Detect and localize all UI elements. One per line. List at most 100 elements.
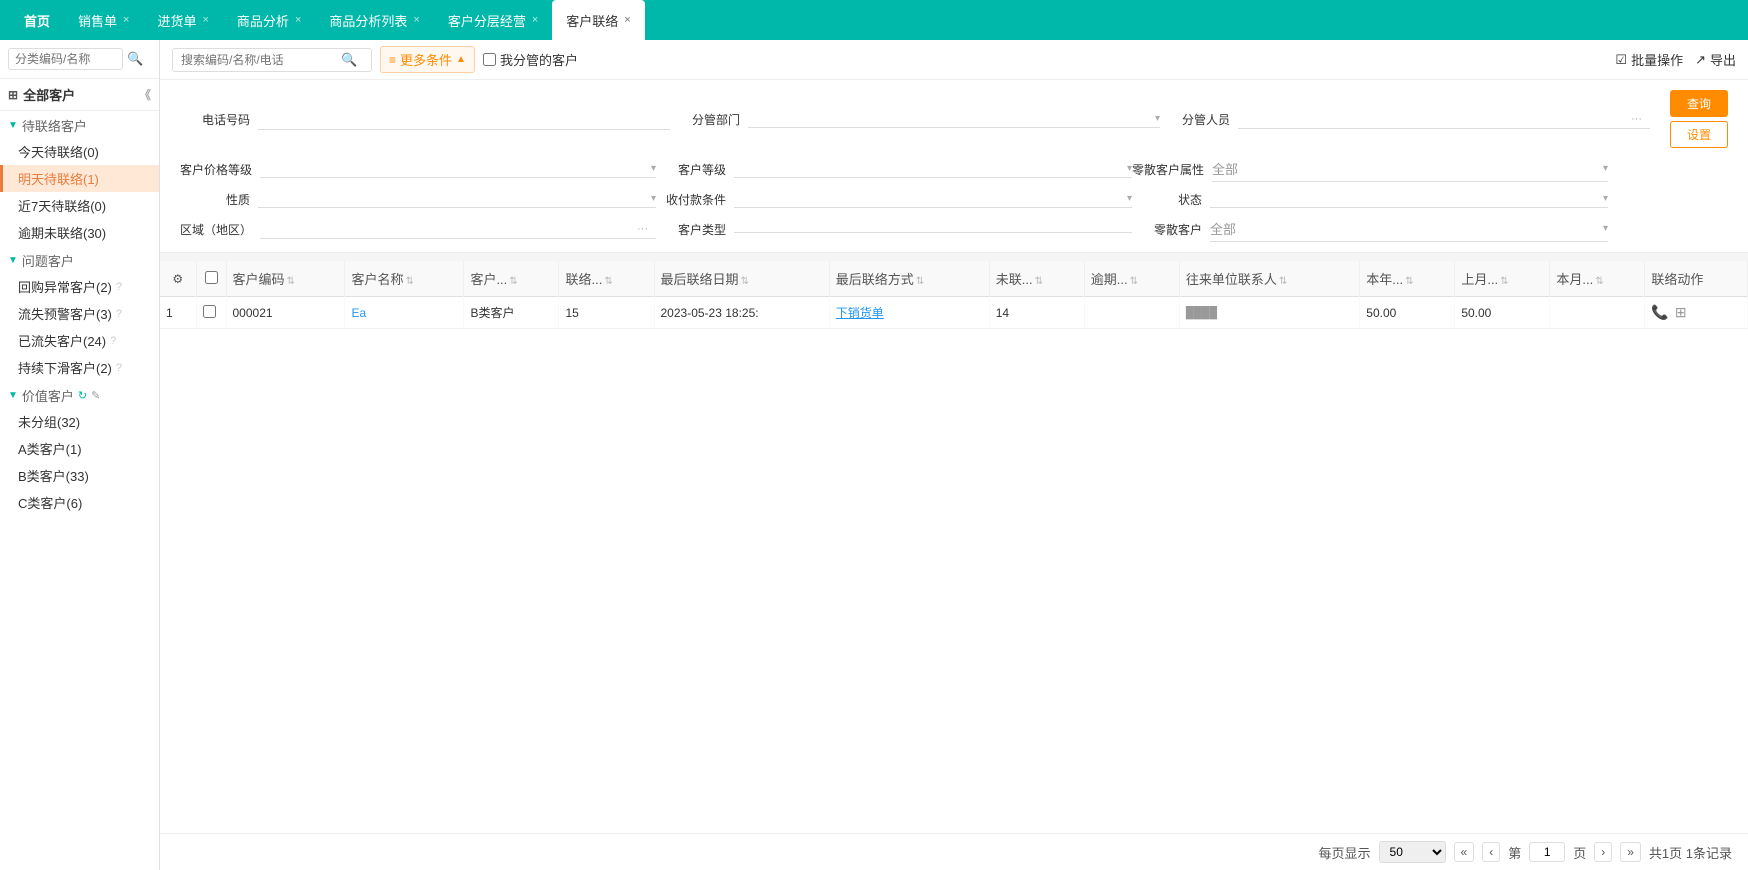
settings-button[interactable]: 设置 [1670, 121, 1728, 148]
col-header-contacts: 联络...⇅ [559, 261, 654, 297]
sidebar-item-ungrouped[interactable]: 未分组(32) [0, 408, 159, 435]
nav-purchase-order[interactable]: 进货单 × [143, 0, 222, 40]
page-size-select[interactable]: 50 20 100 [1379, 841, 1446, 863]
nav-product-analysis-list[interactable]: 商品分析列表 × [315, 0, 433, 40]
action-phone-icon[interactable]: 📞 [1651, 304, 1668, 321]
sort-icon[interactable]: ⇅ [287, 276, 295, 287]
sidebar-item-churn-warning[interactable]: 流失预警客户(3) ? [0, 300, 159, 327]
export-button[interactable]: ↗ 导出 [1695, 50, 1736, 69]
nav-close-icon[interactable]: × [413, 14, 419, 26]
sidebar-search-icon[interactable]: 🔍 [127, 51, 143, 67]
sidebar-all-customers[interactable]: ⊞ 全部客户 《 [0, 79, 159, 111]
filter-phone-input[interactable] [258, 109, 670, 130]
chevron-down-icon: ▾ [1603, 193, 1608, 204]
nav-close-icon[interactable]: × [295, 14, 301, 26]
nav-close-icon[interactable]: × [202, 14, 208, 26]
action-grid-icon[interactable]: ⊞ [1675, 304, 1687, 321]
filter-retail-attr-select[interactable]: 全部 ▾ [1212, 156, 1608, 182]
nav-close-icon[interactable]: × [532, 14, 538, 26]
select-all-checkbox[interactable] [205, 271, 218, 284]
nav-home[interactable]: 首页 [10, 0, 64, 40]
filter-payment-select[interactable]: ▾ [734, 190, 1132, 208]
sidebar-search-input[interactable] [8, 48, 123, 70]
filter-status-select[interactable]: ▾ [1210, 190, 1608, 208]
row-last-method[interactable]: 下销货单 [829, 297, 989, 329]
row-contacts: 15 [559, 297, 654, 329]
filter-person-select[interactable]: ··· [1238, 110, 1650, 129]
next-page-button[interactable]: › [1594, 842, 1612, 862]
sidebar-item-repurchase-abnormal[interactable]: 回购异常客户(2) ? [0, 273, 159, 300]
row-name[interactable]: Ea [345, 297, 464, 329]
query-button[interactable]: 查询 [1670, 90, 1728, 117]
row-index: 1 [160, 297, 196, 329]
sidebar-item-tomorrow[interactable]: 明天待联络(1) [0, 165, 159, 192]
sort-icon[interactable]: ⇅ [1405, 276, 1413, 287]
page-size-label: 每页显示 [1319, 843, 1371, 862]
sidebar-item-churned[interactable]: 已流失客户(24) ? [0, 327, 159, 354]
sidebar-search-area: 🔍 [0, 40, 159, 79]
sidebar-item-today[interactable]: 今天待联络(0) [0, 138, 159, 165]
sort-icon[interactable]: ⇅ [1130, 276, 1138, 287]
nav-customer-segmentation[interactable]: 客户分层经营 × [434, 0, 552, 40]
col-header-this-year: 本年...⇅ [1360, 261, 1455, 297]
my-customers-checkbox[interactable] [483, 53, 496, 66]
nav-customer-contact[interactable]: 客户联络 × [552, 0, 644, 40]
filter-dept-select[interactable]: ▾ [748, 110, 1160, 128]
customer-table: ⚙ 客户编码⇅ 客户名称⇅ 客户...⇅ 联络...⇅ 最后联络日期⇅ 最后联络… [160, 261, 1748, 329]
filter-customer-level-select[interactable]: ▾ [734, 160, 1132, 178]
filter-nature-select[interactable]: ▾ [258, 190, 656, 208]
search-submit-icon[interactable]: 🔍 [341, 52, 357, 68]
sidebar-item-declining[interactable]: 持续下滑客户(2) ? [0, 354, 159, 381]
row-type: B类客户 [464, 297, 559, 329]
more-filters-button[interactable]: ≡ 更多条件 ▲ [380, 46, 475, 73]
chevron-up-icon: ▲ [456, 54, 466, 65]
prev-page-button[interactable]: ‹ [1482, 842, 1500, 862]
sort-icon[interactable]: ⇅ [1279, 276, 1287, 287]
sort-icon[interactable]: ⇅ [509, 276, 517, 287]
batch-operation-button[interactable]: ☑ 批量操作 [1615, 50, 1683, 69]
edit-icon[interactable]: ✎ [91, 389, 100, 402]
row-unit-contacts: ████ [1179, 297, 1359, 329]
filter-area-select[interactable]: ··· [260, 220, 656, 239]
sort-icon[interactable]: ⇅ [405, 276, 413, 287]
help-icon: ? [110, 335, 116, 347]
filter-cell-payment: 收付款条件 ▾ [656, 190, 1132, 208]
content-area: 🔍 ≡ 更多条件 ▲ 我分管的客户 ☑ 批量操作 ↗ 导出 [160, 40, 1748, 870]
sort-icon[interactable]: ⇅ [916, 276, 924, 287]
row-select-checkbox[interactable] [203, 305, 216, 318]
filter-price-level-select[interactable]: ▾ [260, 160, 656, 178]
nav-close-icon[interactable]: × [123, 14, 129, 26]
sidebar-item-overdue[interactable]: 逾期未联络(30) [0, 219, 159, 246]
refresh-icon[interactable]: ↻ [78, 389, 87, 402]
col-header-code: 客户编码⇅ [226, 261, 345, 297]
nav-close-icon[interactable]: × [624, 14, 630, 26]
col-header-uncontacted: 未联...⇅ [989, 261, 1084, 297]
filter-more-icon[interactable]: ··· [1623, 113, 1650, 125]
filter-retail-select[interactable]: 全部 ▾ [1210, 216, 1608, 242]
search-input[interactable] [181, 53, 341, 67]
sort-icon[interactable]: ⇅ [1595, 276, 1603, 287]
sidebar-item-type-a[interactable]: A类客户(1) [0, 435, 159, 462]
sidebar-item-7days[interactable]: 近7天待联络(0) [0, 192, 159, 219]
chevron-down-icon: ▾ [1603, 163, 1608, 174]
col-header-settings[interactable]: ⚙ [160, 261, 196, 297]
sort-icon[interactable]: ⇅ [1500, 276, 1508, 287]
sort-icon[interactable]: ⇅ [604, 276, 612, 287]
sidebar-item-type-c[interactable]: C类客户(6) [0, 489, 159, 516]
page-number-input[interactable] [1529, 842, 1565, 862]
filter-row-3: 性质 ▾ 收付款条件 ▾ 状态 [180, 190, 1728, 208]
sort-icon[interactable]: ⇅ [1035, 276, 1043, 287]
sort-icon[interactable]: ⇅ [741, 276, 749, 287]
filter-customer-type-select[interactable] [734, 226, 1132, 233]
filter-more-icon[interactable]: ··· [629, 223, 656, 235]
top-navigation: 首页 销售单 × 进货单 × 商品分析 × 商品分析列表 × 客户分层经营 × … [0, 0, 1748, 40]
collapse-icon[interactable]: 《 [139, 86, 151, 103]
filter-cell-dept: 分管部门 ▾ [670, 110, 1160, 128]
nav-product-analysis[interactable]: 商品分析 × [223, 0, 315, 40]
last-page-button[interactable]: » [1620, 842, 1641, 862]
first-page-button[interactable]: « [1454, 842, 1475, 862]
nav-sales-order[interactable]: 销售单 × [64, 0, 143, 40]
sidebar-item-type-b[interactable]: B类客户(33) [0, 462, 159, 489]
page-unit-label: 页 [1573, 843, 1586, 862]
filter-cell-retail: 零散客户 全部 ▾ [1132, 216, 1608, 242]
